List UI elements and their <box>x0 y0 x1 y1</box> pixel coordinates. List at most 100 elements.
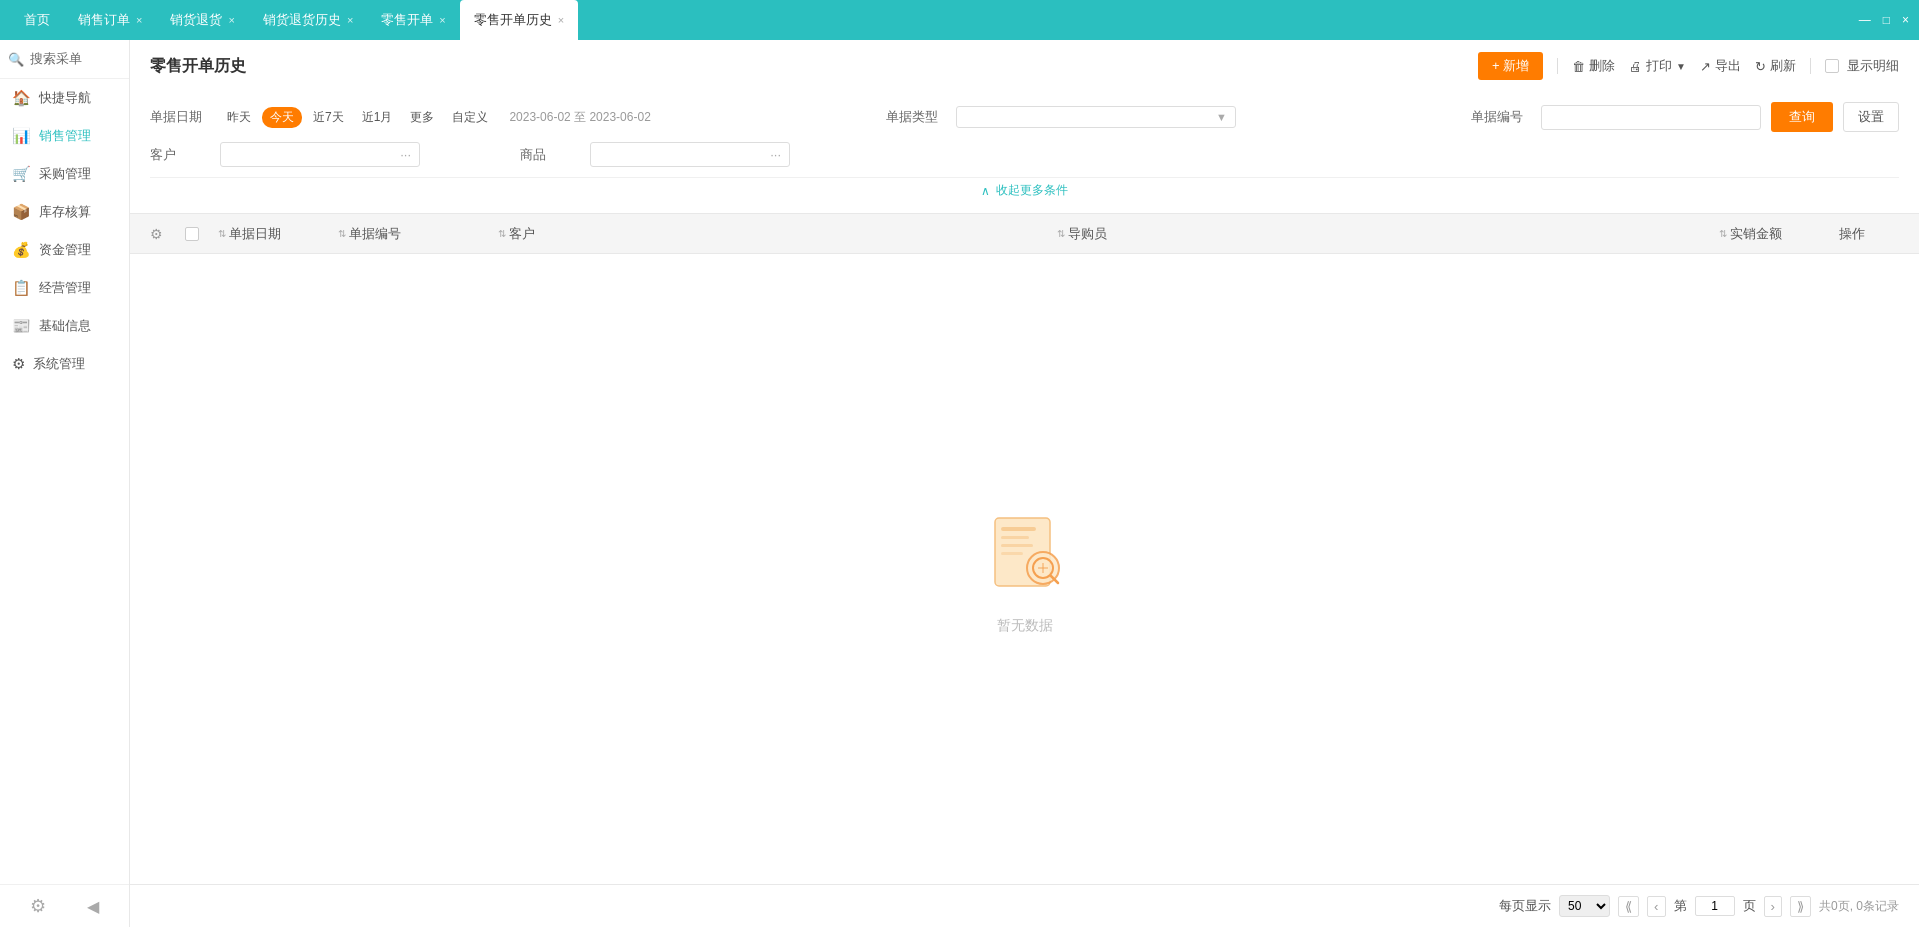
sidebar-item-finance-label: 资金管理 <box>39 241 91 259</box>
order-no-input[interactable] <box>1541 105 1761 130</box>
th-amount[interactable]: ⇅ 实销金额 <box>1711 225 1831 243</box>
tab-sales-return-close[interactable]: × <box>228 14 234 26</box>
display-detail-toggle[interactable]: 显示明细 <box>1825 57 1899 75</box>
customer-input[interactable]: ··· <box>220 142 420 167</box>
settings-icon[interactable]: ⚙ <box>150 226 163 242</box>
th-date[interactable]: ⇅ 单据日期 <box>210 225 330 243</box>
delete-button[interactable]: 🗑 删除 <box>1572 57 1615 75</box>
today-btn[interactable]: 今天 <box>262 107 302 128</box>
last-month-btn[interactable]: 近1月 <box>355 107 400 128</box>
display-detail-label: 显示明细 <box>1847 57 1899 75</box>
window-minimize[interactable]: — <box>1859 13 1871 27</box>
sidebar-item-sales-mgmt-label: 销售管理 <box>39 127 91 145</box>
tab-home[interactable]: 首页 <box>10 0 64 40</box>
print-icon: 🖨 <box>1629 59 1642 74</box>
display-detail-checkbox[interactable] <box>1825 59 1839 73</box>
export-icon: ↗ <box>1700 59 1711 74</box>
tab-home-label: 首页 <box>24 11 50 29</box>
order-type-select[interactable]: ▼ <box>956 106 1236 128</box>
print-arrow-icon: ▼ <box>1676 61 1686 72</box>
last7-btn[interactable]: 近7天 <box>306 107 351 128</box>
window-close[interactable]: × <box>1902 13 1909 27</box>
sidebar-bottom: ⚙ ◀ <box>0 884 129 927</box>
th-orderno[interactable]: ⇅ 单据编号 <box>330 225 490 243</box>
main-layout: 🔍 搜索采单 🏠 快捷导航 📊 销售管理 🛒 采购管理 📦 库存核算 💰 资金管… <box>0 40 1919 927</box>
th-guide-label: 导购员 <box>1068 225 1107 243</box>
sidebar-collapse-icon[interactable]: ◀ <box>87 897 99 916</box>
print-label: 打印 <box>1646 57 1672 75</box>
inventory-icon: 📦 <box>12 203 31 221</box>
page-size-select[interactable]: 50 10 20 100 <box>1559 895 1610 917</box>
table-container: ⚙ ⇅ 单据日期 ⇅ 单据编号 ⇅ 客户 ⇅ <box>130 214 1919 884</box>
sidebar-item-purchase-mgmt[interactable]: 🛒 采购管理 <box>0 155 129 193</box>
export-button[interactable]: ↗ 导出 <box>1700 57 1741 75</box>
setting-button[interactable]: 设置 <box>1843 102 1899 132</box>
refresh-button[interactable]: ↻ 刷新 <box>1755 57 1796 75</box>
svg-rect-1 <box>1001 527 1036 531</box>
product-ellipsis-icon: ··· <box>770 147 781 162</box>
th-customer[interactable]: ⇅ 客户 <box>490 225 1049 243</box>
th-checkbox[interactable] <box>174 227 210 241</box>
toolbar-sep-1 <box>1557 58 1558 74</box>
sidebar-item-purchase-mgmt-label: 采购管理 <box>39 165 91 183</box>
yesterday-btn[interactable]: 昨天 <box>220 107 258 128</box>
page-last-button[interactable]: ⟫ <box>1790 896 1811 917</box>
page-total: 共0页, 0条记录 <box>1819 898 1899 915</box>
more-date-btn[interactable]: 更多 <box>403 107 441 128</box>
filter-row-2: 客户 ··· 商品 ··· <box>150 142 1899 167</box>
delete-icon: 🗑 <box>1572 59 1585 74</box>
empty-state: 暂无数据 <box>130 254 1919 884</box>
page-number-input[interactable] <box>1695 896 1735 916</box>
page-title: 零售开单历史 <box>150 56 246 77</box>
sidebar-search-label: 搜索采单 <box>30 50 82 68</box>
th-settings[interactable]: ⚙ <box>138 226 174 242</box>
search-button[interactable]: 查询 <box>1771 102 1833 132</box>
sidebar-item-basic-info[interactable]: 📰 基础信息 <box>0 307 129 345</box>
th-customer-label: 客户 <box>509 225 535 243</box>
empty-text: 暂无数据 <box>997 617 1053 635</box>
tab-sales-order-close[interactable]: × <box>136 14 142 26</box>
product-input[interactable]: ··· <box>590 142 790 167</box>
order-type-dropdown-icon: ▼ <box>1216 111 1227 123</box>
tab-sales-return-history[interactable]: 销货退货历史 × <box>249 0 367 40</box>
tab-retail-open[interactable]: 零售开单 × <box>367 0 459 40</box>
sidebar-item-sales-mgmt[interactable]: 📊 销售管理 <box>0 117 129 155</box>
sidebar-item-quick-nav[interactable]: 🏠 快捷导航 <box>0 79 129 117</box>
tab-bar: 首页 销售订单 × 销货退货 × 销货退货历史 × 零售开单 × 零售开单历史 … <box>0 0 1919 40</box>
table-header: ⚙ ⇅ 单据日期 ⇅ 单据编号 ⇅ 客户 ⇅ <box>130 214 1919 254</box>
page-jump-prefix: 第 <box>1674 897 1687 915</box>
tab-retail-open-history[interactable]: 零售开单历史 × <box>460 0 578 40</box>
select-all-checkbox[interactable] <box>185 227 199 241</box>
page-prev-button[interactable]: ‹ <box>1647 896 1665 917</box>
tab-sales-return[interactable]: 销货退货 × <box>156 0 248 40</box>
tab-retail-open-close[interactable]: × <box>439 14 445 26</box>
th-guide[interactable]: ⇅ 导购员 <box>1049 225 1169 243</box>
sort-date-icon: ⇅ <box>218 228 226 239</box>
tab-sales-order[interactable]: 销售订单 × <box>64 0 156 40</box>
tab-sales-return-label: 销货退货 <box>170 11 222 29</box>
collapse-filter-button[interactable]: ∧ 收起更多条件 <box>150 177 1899 203</box>
add-button[interactable]: + 新增 <box>1478 52 1543 80</box>
page-size-label: 每页显示 <box>1499 897 1551 915</box>
sidebar-settings-icon[interactable]: ⚙ <box>30 895 46 917</box>
sidebar-item-system-mgmt[interactable]: ⚙ 系统管理 <box>0 345 129 383</box>
sidebar-item-finance[interactable]: 💰 资金管理 <box>0 231 129 269</box>
finance-icon: 💰 <box>12 241 31 259</box>
tab-sales-return-history-close[interactable]: × <box>347 14 353 26</box>
page-next-button[interactable]: › <box>1764 896 1782 917</box>
custom-date-btn[interactable]: 自定义 <box>445 107 495 128</box>
page-first-button[interactable]: ⟪ <box>1618 896 1639 917</box>
sidebar-search[interactable]: 🔍 搜索采单 <box>0 40 129 79</box>
th-action: 操作 <box>1831 225 1911 243</box>
date-range-text: 2023-06-02 至 2023-06-02 <box>509 109 650 126</box>
window-maximize[interactable]: □ <box>1883 13 1890 27</box>
tab-retail-open-label: 零售开单 <box>381 11 433 29</box>
print-button[interactable]: 🖨 打印 ▼ <box>1629 57 1686 75</box>
sidebar: 🔍 搜索采单 🏠 快捷导航 📊 销售管理 🛒 采购管理 📦 库存核算 💰 资金管… <box>0 40 130 927</box>
sidebar-item-basic-info-label: 基础信息 <box>39 317 91 335</box>
tab-retail-open-history-close[interactable]: × <box>558 14 564 26</box>
sidebar-item-inventory[interactable]: 📦 库存核算 <box>0 193 129 231</box>
export-label: 导出 <box>1715 57 1741 75</box>
window-controls: — □ × <box>1859 13 1909 27</box>
sidebar-item-operations[interactable]: 📋 经营管理 <box>0 269 129 307</box>
